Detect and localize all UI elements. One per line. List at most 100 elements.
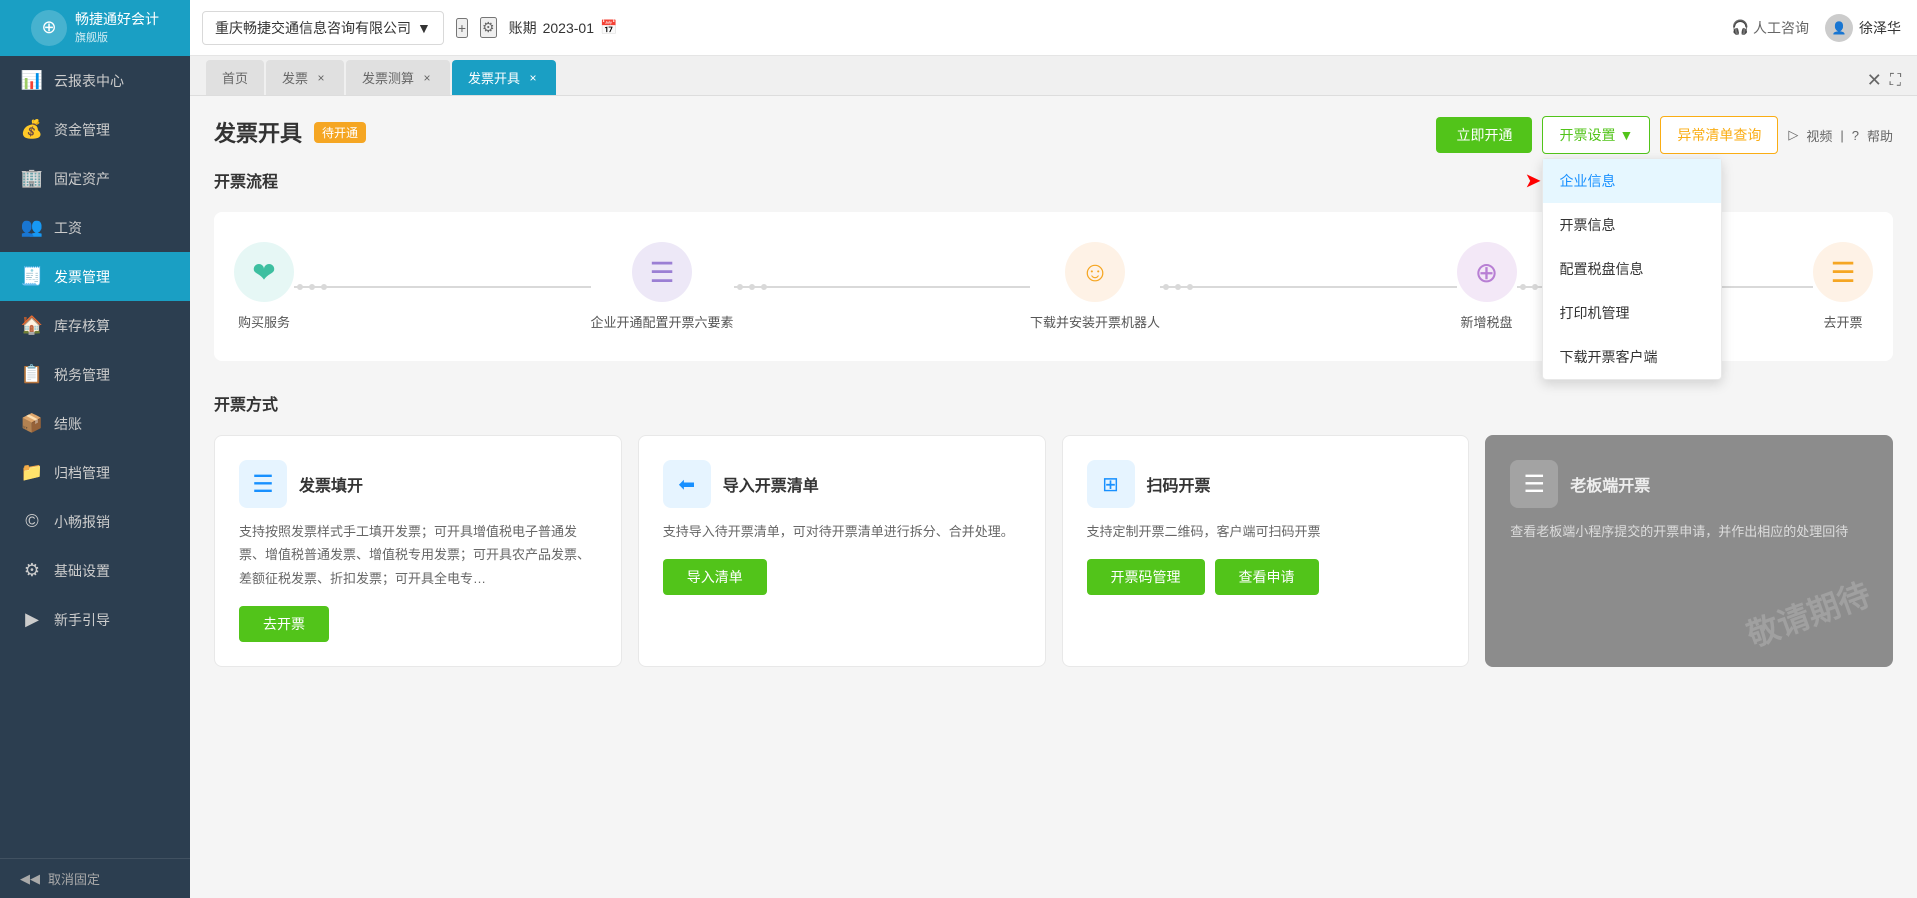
card-2-desc: 支持导入待开票清单，可对待开票清单进行拆分、合并处理。 (663, 520, 1021, 543)
flow-connector-3 (1160, 286, 1457, 288)
tab-invoice-issue-label: 发票开具 (468, 68, 520, 87)
dropdown-item-company[interactable]: ➤ 企业信息 (1543, 159, 1721, 203)
action-bar: 立即开通 开票设置 ▼ ➤ 企业信息 (1436, 116, 1893, 154)
card-3-header: ⊞ 扫码开票 (1087, 460, 1445, 508)
flow-step-1: ❤ 购买服务 (234, 242, 294, 331)
username: 徐泽华 (1859, 18, 1901, 38)
company-selector[interactable]: 重庆畅捷交通信息咨询有限公司 ▼ (202, 11, 444, 45)
dropdown-item-printer[interactable]: 打印机管理 (1543, 291, 1721, 335)
tab-invoice-issue-close[interactable]: × (526, 71, 540, 85)
card-1-icon: ☰ (239, 460, 287, 508)
settings-label: 开票设置 (1559, 125, 1615, 145)
sidebar-item-fixed-assets[interactable]: 🏢 固定资产 (0, 154, 190, 203)
sidebar-label-expense: 小畅报销 (54, 512, 110, 532)
video-help-area: ▷ 视频 | ? 帮助 (1788, 126, 1893, 145)
billing-methods-title: 开票方式 (214, 391, 1893, 415)
sidebar-item-expense[interactable]: © 小畅报销 (0, 497, 190, 546)
sidebar-label-inventory: 库存核算 (54, 316, 110, 336)
sidebar-label-basic-settings: 基础设置 (54, 561, 110, 581)
archive-icon: 📁 (20, 462, 44, 483)
capital-icon: 💰 (20, 119, 44, 140)
headset-icon: 🎧 (1732, 19, 1749, 36)
content-area: 首页 发票 × 发票测算 × 发票开具 × ✕ ⛶ 发票开具 (190, 56, 1917, 898)
settings-button[interactable]: ⚙ (480, 17, 497, 38)
cards-container: ☰ 发票填开 支持按照发票样式手工填开发票；可开具增值税电子普通发票、增值税普通… (214, 435, 1893, 667)
sidebar-item-basic-settings[interactable]: ⚙ 基础设置 (0, 546, 190, 595)
sidebar-item-closing[interactable]: 📦 结账 (0, 399, 190, 448)
settings-dropdown-container: 开票设置 ▼ ➤ 企业信息 开票信息 (1542, 116, 1650, 154)
flow-connector-2 (734, 286, 1031, 288)
card-4-header: ☰ 老板端开票 (1510, 460, 1868, 508)
expense-icon: © (20, 511, 44, 532)
sidebar-item-tutorial[interactable]: ▶ 新手引导 (0, 595, 190, 644)
flow-step-2-label: 企业开通配置开票六要素 (591, 312, 734, 331)
unpin-label: 取消固定 (48, 869, 100, 888)
dropdown-printer-label: 打印机管理 (1559, 305, 1629, 321)
flow-step-4-label: 新增税盘 (1461, 312, 1513, 331)
sidebar-label-closing: 结账 (54, 414, 82, 434)
flow-connector-1 (294, 286, 591, 288)
tab-invoice-label: 发票 (282, 68, 308, 87)
tab-invoice[interactable]: 发票 × (266, 60, 344, 95)
sidebar-label-cloud-reports: 云报表中心 (54, 71, 124, 91)
fixed-assets-icon: 🏢 (20, 168, 44, 189)
help-label[interactable]: 帮助 (1867, 126, 1893, 145)
activate-button[interactable]: 立即开通 (1436, 117, 1532, 153)
payroll-icon: 👥 (20, 217, 44, 238)
header: ⊕ 畅捷通好会计 旗舰版 重庆畅捷交通信息咨询有限公司 ▼ + ⚙ 账期 202… (0, 0, 1917, 56)
add-icon: + (458, 20, 466, 36)
sidebar-item-archive[interactable]: 📁 归档管理 (0, 448, 190, 497)
tab-home[interactable]: 首页 (206, 60, 264, 95)
dropdown-item-download[interactable]: 下载开票客户端 (1543, 335, 1721, 379)
card-3-desc: 支持定制开票二维码，客户端可扫码开票 (1087, 520, 1445, 543)
card-3-icon: ⊞ (1087, 460, 1135, 508)
sidebar: 📊 云报表中心 💰 资金管理 🏢 固定资产 👥 工资 🧾 发票管理 🏠 库存核算… (0, 56, 190, 898)
sidebar-unpin[interactable]: ◀◀ 取消固定 (0, 858, 190, 898)
logo-icon: ⊕ (31, 10, 67, 46)
user-info[interactable]: 👤 徐泽华 (1825, 14, 1901, 42)
sidebar-item-invoice[interactable]: 🧾 发票管理 (0, 252, 190, 301)
card-2-title: 导入开票清单 (723, 472, 819, 496)
support-label: 人工咨询 (1753, 18, 1809, 38)
settings-button-main[interactable]: 开票设置 ▼ (1542, 116, 1650, 154)
card-2-header: ⬅ 导入开票清单 (663, 460, 1021, 508)
logo-subtitle: 旗舰版 (75, 29, 159, 45)
sidebar-item-cloud-reports[interactable]: 📊 云报表中心 (0, 56, 190, 105)
sidebar-label-invoice: 发票管理 (54, 267, 110, 287)
cloud-reports-icon: 📊 (20, 70, 44, 91)
dropdown-item-tax-disk[interactable]: 配置税盘信息 (1543, 247, 1721, 291)
tab-maximize[interactable]: ⛶ (1890, 72, 1901, 90)
flow-step-4-icon: ⊕ (1457, 242, 1517, 302)
dropdown-item-invoice-info[interactable]: 开票信息 (1543, 203, 1721, 247)
card-3-btn2[interactable]: 查看申请 (1215, 559, 1319, 595)
sidebar-label-tax: 税务管理 (54, 365, 110, 385)
tab-bar: 首页 发票 × 发票测算 × 发票开具 × ✕ ⛶ (190, 56, 1917, 96)
sidebar-item-inventory[interactable]: 🏠 库存核算 (0, 301, 190, 350)
card-3-btns: 开票码管理 查看申请 (1087, 559, 1445, 595)
card-1-header: ☰ 发票填开 (239, 460, 597, 508)
sidebar-label-archive: 归档管理 (54, 463, 110, 483)
dropdown-download-label: 下载开票客户端 (1559, 349, 1657, 365)
card-invoice-fill: ☰ 发票填开 支持按照发票样式手工填开发票；可开具增值税电子普通发票、增值税普通… (214, 435, 622, 667)
tab-close-all[interactable]: ✕ (1867, 70, 1882, 91)
support-button[interactable]: 🎧 人工咨询 (1732, 18, 1809, 38)
abnormal-button[interactable]: 异常清单查询 (1660, 116, 1778, 154)
overlay-text: 敬请期待 (1740, 570, 1876, 657)
add-button[interactable]: + (456, 18, 468, 38)
gear-icon: ⚙ (482, 19, 495, 36)
sidebar-item-payroll[interactable]: 👥 工资 (0, 203, 190, 252)
sidebar-item-tax[interactable]: 📋 税务管理 (0, 350, 190, 399)
tab-invoice-close[interactable]: × (314, 71, 328, 85)
logo-area: ⊕ 畅捷通好会计 旗舰版 (0, 0, 190, 56)
calendar-icon[interactable]: 📅 (600, 19, 617, 36)
tab-invoice-calc-close[interactable]: × (420, 71, 434, 85)
sidebar-item-capital[interactable]: 💰 资金管理 (0, 105, 190, 154)
card-3-btn1[interactable]: 开票码管理 (1087, 559, 1205, 595)
flow-step-1-label: 购买服务 (238, 312, 290, 331)
video-label[interactable]: 视频 (1806, 126, 1832, 145)
tab-invoice-calc[interactable]: 发票测算 × (346, 60, 450, 95)
card-1-desc: 支持按照发票样式手工填开发票；可开具增值税电子普通发票、增值税普通发票、增值税专… (239, 520, 597, 590)
tab-invoice-issue[interactable]: 发票开具 × (452, 60, 556, 95)
card-2-btn[interactable]: 导入清单 (663, 559, 767, 595)
card-1-btn[interactable]: 去开票 (239, 606, 329, 642)
